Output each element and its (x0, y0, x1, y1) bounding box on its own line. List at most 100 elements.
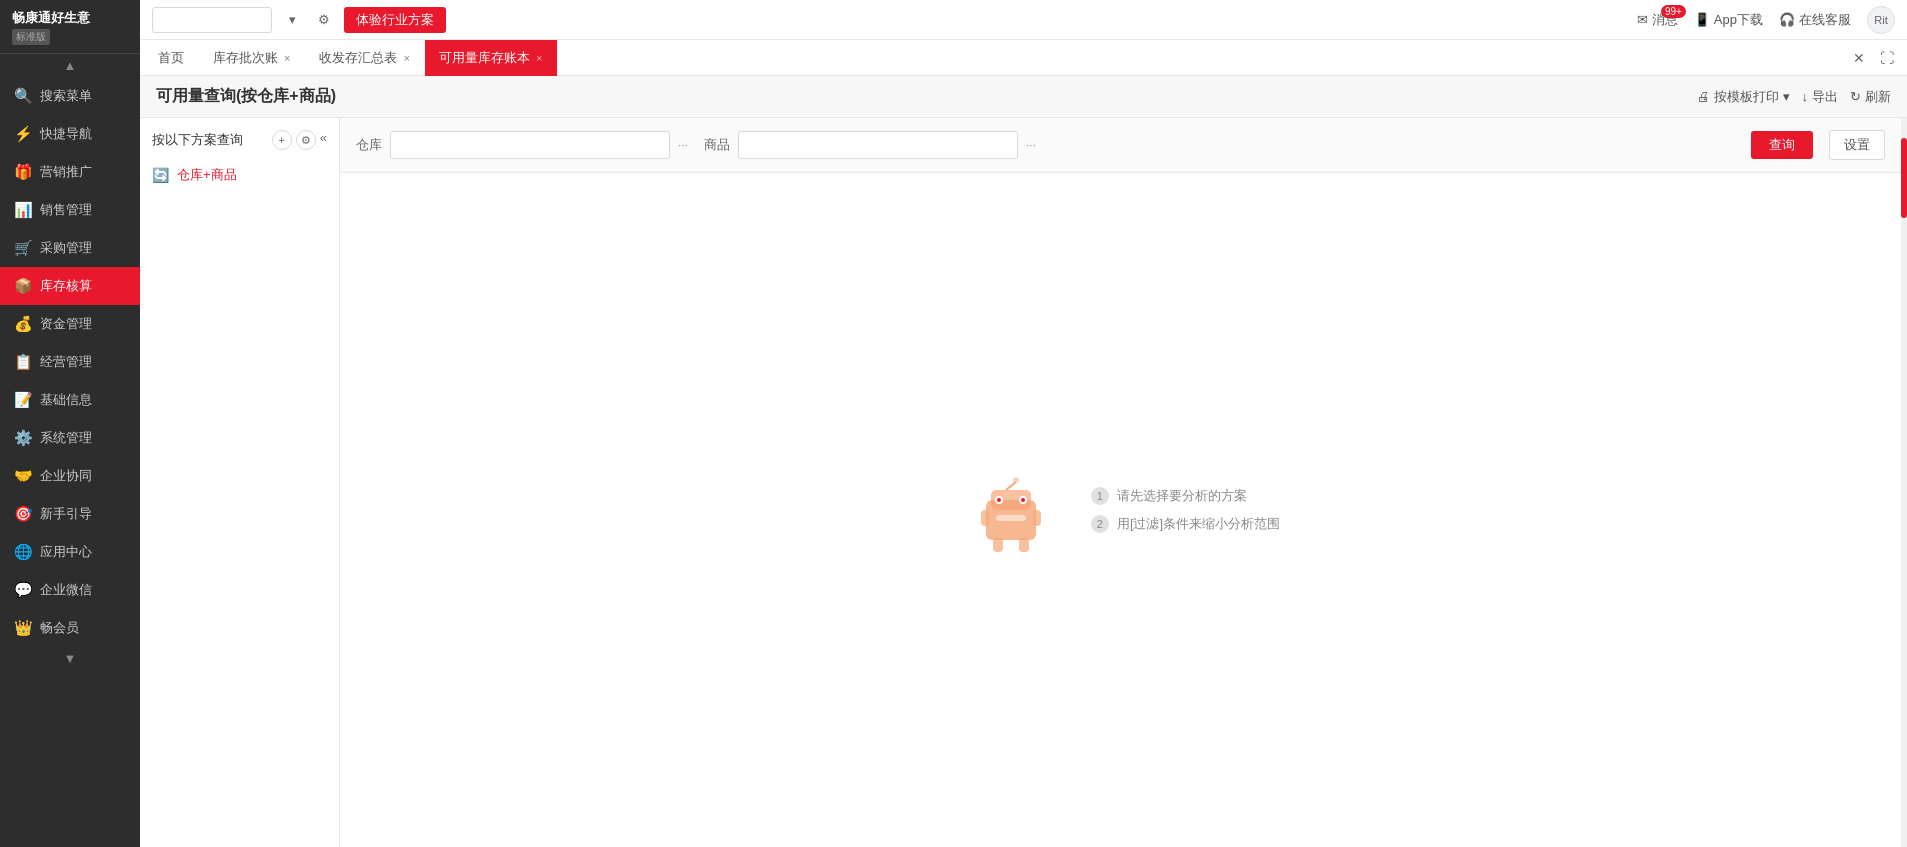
sidebar-item-member[interactable]: 👑 畅会员 (0, 609, 140, 647)
filter-collapse-btn[interactable]: « (320, 130, 327, 150)
filter-item-label: 仓库+商品 (177, 166, 237, 184)
content-area: 按以下方案查询 + ⚙ « 🔄 仓库+商品 仓库 ··· (140, 118, 1907, 847)
user-avatar[interactable]: Rit (1867, 6, 1895, 34)
empty-state: 1 请先选择要分析的方案 2 用[过滤]条件来缩小分析范围 (340, 173, 1901, 847)
svg-rect-6 (996, 515, 1026, 521)
service-icon: 🎧 (1779, 12, 1795, 27)
sidebar-item-label: 资金管理 (40, 315, 92, 333)
sidebar-item-system[interactable]: ⚙️ 系统管理 (0, 419, 140, 457)
quicknav-icon: ⚡ (14, 125, 32, 143)
sidebar-item-label: 搜索菜单 (40, 87, 92, 105)
operation-icon: 📋 (14, 353, 32, 371)
trial-button[interactable]: 体验行业方案 (344, 7, 446, 33)
app-icon: 📱 (1694, 12, 1710, 27)
topbar-gear-btn[interactable]: ⚙ (312, 8, 336, 32)
sales-icon: 📊 (14, 201, 32, 219)
sidebar-item-label: 营销推广 (40, 163, 92, 181)
product-label: 商品 (704, 136, 730, 154)
tab-available-label: 可用量库存账本 (439, 49, 530, 67)
tab-inventory-summary[interactable]: 收发存汇总表 × (305, 40, 424, 76)
basic-icon: 📝 (14, 391, 32, 409)
tab-batch-label: 库存批次账 (213, 49, 278, 67)
sidebar-scroll-down[interactable]: ▼ (0, 647, 140, 670)
search-icon: 🔍 (14, 87, 32, 105)
sidebar-item-newguide[interactable]: 🎯 新手引导 (0, 495, 140, 533)
query-filters: 仓库 ··· 商品 ··· 查询 设置 (340, 118, 1901, 173)
online-service-btn[interactable]: 🎧 在线客服 (1779, 11, 1851, 29)
right-scrollbar[interactable] (1901, 118, 1907, 847)
query-area: 仓库 ··· 商品 ··· 查询 设置 (340, 118, 1901, 847)
filter-panel-title: 按以下方案查询 (152, 131, 243, 149)
tab-available-inventory[interactable]: 可用量库存账本 × (425, 40, 557, 76)
empty-illustration (961, 460, 1061, 560)
tab-home-label: 首页 (158, 49, 184, 67)
tab-inventory-summary-close[interactable]: × (403, 52, 409, 64)
refresh-btn[interactable]: ↻ 刷新 (1850, 88, 1891, 106)
export-icon: ↓ (1802, 89, 1809, 104)
app-download-label: App下载 (1714, 11, 1763, 29)
filter-settings-btn[interactable]: ⚙ (296, 130, 316, 150)
sidebar-scroll-up[interactable]: ▲ (0, 54, 140, 77)
tab-batch-close[interactable]: × (284, 52, 290, 64)
print-dropdown-icon: ▾ (1783, 89, 1790, 104)
message-btn[interactable]: ✉ 消息 99+ (1637, 11, 1678, 29)
tab-home[interactable]: 首页 (144, 40, 199, 76)
topbar-search-input[interactable] (152, 7, 272, 33)
query-button[interactable]: 查询 (1751, 131, 1813, 159)
topbar-right: ✉ 消息 99+ 📱 App下载 🎧 在线客服 Rit (1637, 6, 1895, 34)
settings-button[interactable]: 设置 (1829, 130, 1885, 160)
marketing-icon: 🎁 (14, 163, 32, 181)
topbar-dropdown-btn[interactable]: ▾ (280, 8, 304, 32)
app-download-btn[interactable]: 📱 App下载 (1694, 11, 1763, 29)
print-btn[interactable]: 🖨 按模板打印 ▾ (1697, 88, 1790, 106)
product-input[interactable] (738, 131, 1018, 159)
online-service-label: 在线客服 (1799, 11, 1851, 29)
sidebar-item-sales[interactable]: 📊 销售管理 (0, 191, 140, 229)
sidebar-item-operation[interactable]: 📋 经营管理 (0, 343, 140, 381)
sidebar-item-enterprise[interactable]: 🤝 企业协同 (0, 457, 140, 495)
svg-rect-9 (993, 538, 1003, 552)
sidebar-item-label: 企业协同 (40, 467, 92, 485)
tab-maximize-btn[interactable]: ⛶ (1875, 46, 1899, 70)
page-header: 可用量查询(按仓库+商品) 🖨 按模板打印 ▾ ↓ 导出 ↻ 刷新 (140, 76, 1907, 118)
warehouse-more-btn[interactable]: ··· (678, 138, 688, 152)
sidebar-item-finance[interactable]: 💰 资金管理 (0, 305, 140, 343)
scrollbar-thumb[interactable] (1901, 138, 1907, 218)
empty-tip-2: 2 用[过滤]条件来缩小分析范围 (1091, 515, 1280, 533)
sidebar-item-label: 新手引导 (40, 505, 92, 523)
page-title: 可用量查询(按仓库+商品) (156, 86, 336, 107)
enterprise-icon: 🤝 (14, 467, 32, 485)
tab-available-close[interactable]: × (536, 52, 542, 64)
sidebar-item-purchase[interactable]: 🛒 采购管理 (0, 229, 140, 267)
export-btn[interactable]: ↓ 导出 (1802, 88, 1839, 106)
sidebar-item-label: 库存核算 (40, 277, 92, 295)
system-icon: ⚙️ (14, 429, 32, 447)
svg-line-11 (1006, 482, 1016, 490)
sidebar-item-basic[interactable]: 📝 基础信息 (0, 381, 140, 419)
sidebar-item-search[interactable]: 🔍 搜索菜单 (0, 77, 140, 115)
sidebar-item-quicknav[interactable]: ⚡ 快捷导航 (0, 115, 140, 153)
filter-item-warehouse-product[interactable]: 🔄 仓库+商品 (140, 158, 339, 192)
tabs-right-controls: ✕ ⛶ (1847, 46, 1907, 70)
warehouse-filter-group: 仓库 ··· (356, 131, 688, 159)
warehouse-label: 仓库 (356, 136, 382, 154)
tab-batch[interactable]: 库存批次账 × (199, 40, 305, 76)
product-more-btn[interactable]: ··· (1026, 138, 1036, 152)
svg-point-12 (1013, 477, 1019, 483)
sidebar-item-label: 经营管理 (40, 353, 92, 371)
product-filter-group: 商品 ··· (704, 131, 1036, 159)
svg-rect-8 (1033, 510, 1041, 526)
tip-text-2: 用[过滤]条件来缩小分析范围 (1117, 515, 1280, 533)
sidebar-item-marketing[interactable]: 🎁 营销推广 (0, 153, 140, 191)
sidebar-item-inventory[interactable]: 📦 库存核算 (0, 267, 140, 305)
warehouse-input[interactable] (390, 131, 670, 159)
tabs-bar: 首页 库存批次账 × 收发存汇总表 × 可用量库存账本 × ✕ ⛶ (140, 40, 1907, 76)
refresh-label: 刷新 (1865, 88, 1891, 106)
page-header-actions: 🖨 按模板打印 ▾ ↓ 导出 ↻ 刷新 (1697, 88, 1892, 106)
filter-add-btn[interactable]: + (272, 130, 292, 150)
sidebar-item-appcenter[interactable]: 🌐 应用中心 (0, 533, 140, 571)
tab-close-all-btn[interactable]: ✕ (1847, 46, 1871, 70)
finance-icon: 💰 (14, 315, 32, 333)
svg-rect-7 (981, 510, 989, 526)
sidebar-item-wechat[interactable]: 💬 企业微信 (0, 571, 140, 609)
